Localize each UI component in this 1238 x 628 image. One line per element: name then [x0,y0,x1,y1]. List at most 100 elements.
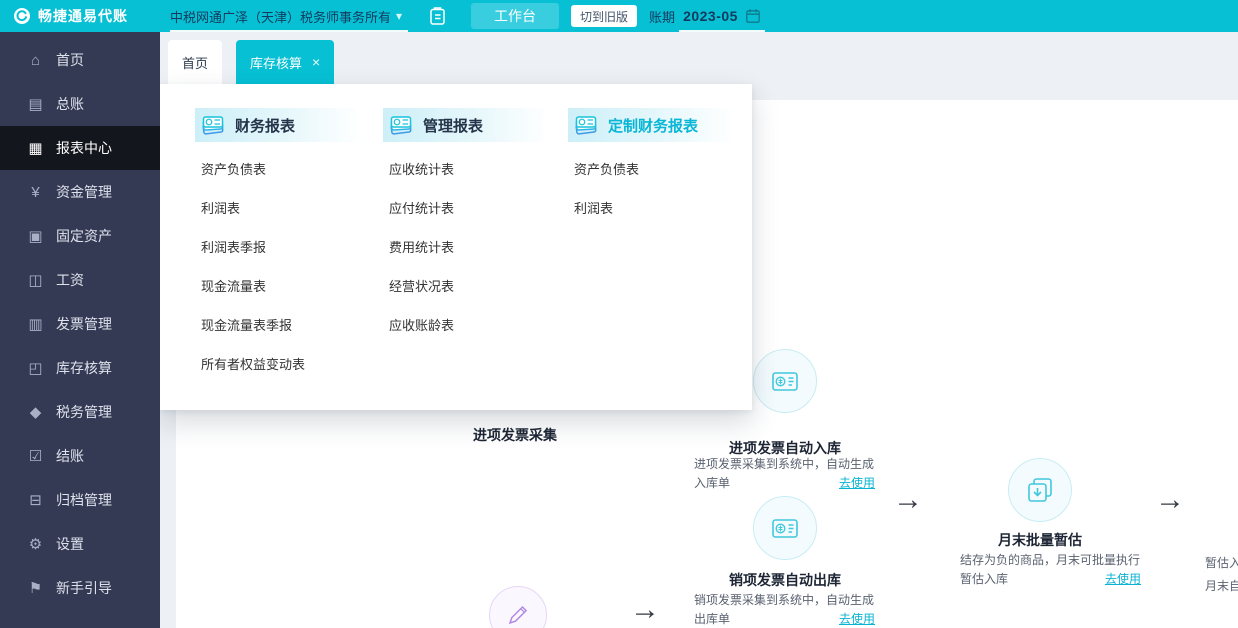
section-header: 管理报表 [383,108,549,142]
app-title: 畅捷通易代账 [38,8,128,24]
menu-item-operating-status[interactable]: 经营状况表 [389,267,549,306]
sidebar-item-settings[interactable]: ⚙ 设置 [0,522,160,566]
use-link[interactable]: 去使用 [839,474,875,493]
tab-label: 库存核算 [250,55,303,71]
menu-item-expense-stats[interactable]: 费用统计表 [389,228,549,267]
sidebar-item-salary[interactable]: ◫ 工资 [0,258,160,302]
use-link[interactable]: 去使用 [839,610,875,628]
calendar-icon[interactable] [745,8,761,24]
sidebar-item-label: 首页 [56,52,84,68]
home-icon: ⌂ [30,51,41,69]
building-icon: ▣ [28,228,43,245]
sidebar-item-inventory[interactable]: ◰ 库存核算 [0,346,160,390]
menu-section-custom-financial-reports: 定制财务报表 资产负债表 利润表 [568,108,734,228]
tab-label: 首页 [182,55,209,71]
menu-item-income-statement[interactable]: 利润表 [201,189,361,228]
report-center-menu: 财务报表 资产负债表 利润表 利润表季报 现金流量表 现金流量表季报 所有者权益… [160,84,752,410]
step-desc-auto-out: 销项发票采集到系统中，自动生成出库单 去使用 [694,591,875,628]
sidebar-item-general-ledger[interactable]: ▤ 总账 [0,82,160,126]
logo-icon [14,8,30,24]
section-header: 财务报表 [195,108,361,142]
menu-item-custom-balance-sheet[interactable]: 资产负债表 [574,150,734,189]
sidebar-item-label: 归档管理 [56,492,112,508]
step-title-collect-in: 进项发票采集 [473,427,557,443]
workbench-button[interactable]: 工作台 [471,3,560,29]
sidebar-item-closing[interactable]: ☑ 结账 [0,434,160,478]
period-picker[interactable]: 2023-05 [679,2,765,32]
invoice-icon [772,519,798,538]
sidebar-item-label: 工资 [56,272,84,288]
close-icon[interactable]: × [312,54,320,70]
report-stack-icon [390,116,412,135]
sidebar-item-label: 资金管理 [56,184,112,200]
menu-item-balance-sheet[interactable]: 资产负债表 [201,150,361,189]
section-header: 定制财务报表 [568,108,734,142]
chevron-down-icon: ▾ [396,9,403,23]
batch-estimate-icon [1028,478,1052,502]
section-title: 定制财务报表 [608,117,699,135]
money-icon: ¥ [31,183,40,201]
flow-arrow-icon: → [1155,483,1185,516]
ledger-icon: ▤ [28,96,43,113]
menu-item-receivable-aging[interactable]: 应收账龄表 [389,306,549,345]
menu-section-financial-reports: 财务报表 资产负债表 利润表 利润表季报 现金流量表 现金流量表季报 所有者权益… [195,108,361,384]
step-desc-auto-in: 进项发票采集到系统中，自动生成入库单 去使用 [694,455,875,493]
menu-item-income-statement-quarterly[interactable]: 利润表季报 [201,228,361,267]
sidebar-item-label: 库存核算 [56,360,112,376]
menu-item-custom-income-statement[interactable]: 利润表 [574,189,734,228]
period-label: 账期 [649,9,676,25]
sidebar-item-label: 发票管理 [56,316,112,332]
sidebar-item-report-center[interactable]: ▦ 报表中心 [0,126,160,170]
sidebar-item-funds[interactable]: ¥ 资金管理 [0,170,160,214]
section-title: 管理报表 [423,117,484,135]
step-title-auto-out: 销项发票自动出库 [729,572,841,588]
tax-icon: ◆ [29,404,42,421]
sidebar-item-fixed-assets[interactable]: ▣ 固定资产 [0,214,160,258]
company-selector[interactable]: 中税网通广泽（天津）税务师事务所有... ▾ [170,2,409,32]
menu-item-cash-flow-quarterly[interactable]: 现金流量表季报 [201,306,361,345]
flow-arrow-icon: → [893,483,923,516]
company-name: 中税网通广泽（天津）税务师事务所有... [170,9,390,25]
sidebar-item-invoice[interactable]: ▥ 发票管理 [0,302,160,346]
invoice-icon [772,372,798,391]
sidebar-item-label: 报表中心 [56,140,112,156]
pencil-icon [508,605,528,625]
check-doc-icon: ☑ [28,448,43,465]
sidebar-item-archive[interactable]: ⊟ 归档管理 [0,478,160,522]
sidebar-item-guide[interactable]: ⚑ 新手引导 [0,566,160,610]
report-stack-icon [202,116,224,135]
menu-item-receivable-stats[interactable]: 应收统计表 [389,150,549,189]
sidebar: ⌂ 首页 ▤ 总账 ▦ 报表中心 ¥ 资金管理 ▣ 固定资产 ◫ 工资 ▥ 发票… [0,32,160,628]
app-logo: 畅捷通易代账 [0,6,160,26]
step-circle-auto-out [753,496,817,560]
menu-section-management-reports: 管理报表 应收统计表 应付统计表 费用统计表 经营状况表 应收账龄表 [383,108,549,345]
menu-item-payable-stats[interactable]: 应付统计表 [389,189,549,228]
sidebar-item-label: 结账 [56,448,84,464]
tab-inventory[interactable]: 库存核算 × [236,40,335,84]
menu-item-cash-flow-statement[interactable]: 现金流量表 [201,267,361,306]
flow-arrow-icon: → [630,593,660,626]
period-value[interactable]: 2023-05 [683,8,738,24]
report-stack-icon [575,116,597,135]
step-desc-estimate: 结存为负的商品，月末可批量执行暂估入库 去使用 [960,551,1141,589]
topbar: 畅捷通易代账 中税网通广泽（天津）税务师事务所有... ▾ 工作台 切到旧版 账… [0,0,1238,32]
tab-home[interactable]: 首页 [168,40,223,84]
switch-old-version-button[interactable]: 切到旧版 [571,5,638,27]
step-circle-estimate [1008,458,1072,522]
clipboard-icon[interactable] [428,6,447,27]
tab-bar: 首页 库存核算 × [160,40,335,84]
flag-icon: ⚑ [28,580,43,597]
sidebar-item-label: 固定资产 [56,228,112,244]
archive-icon: ⊟ [29,492,42,509]
use-link[interactable]: 去使用 [1105,570,1141,589]
gear-icon: ⚙ [28,536,43,553]
chart-icon: ▦ [28,140,43,157]
sidebar-item-label: 税务管理 [56,404,112,420]
receipt-icon: ▥ [28,316,43,333]
step-desc-partial: 暂估入库的商品 月末自动回冲 [1205,556,1238,593]
sidebar-item-home[interactable]: ⌂ 首页 [0,38,160,82]
menu-item-equity-change-statement[interactable]: 所有者权益变动表 [201,345,361,384]
box-icon: ◰ [28,360,43,377]
sidebar-item-tax[interactable]: ◆ 税务管理 [0,390,160,434]
salary-icon: ◫ [28,272,43,289]
